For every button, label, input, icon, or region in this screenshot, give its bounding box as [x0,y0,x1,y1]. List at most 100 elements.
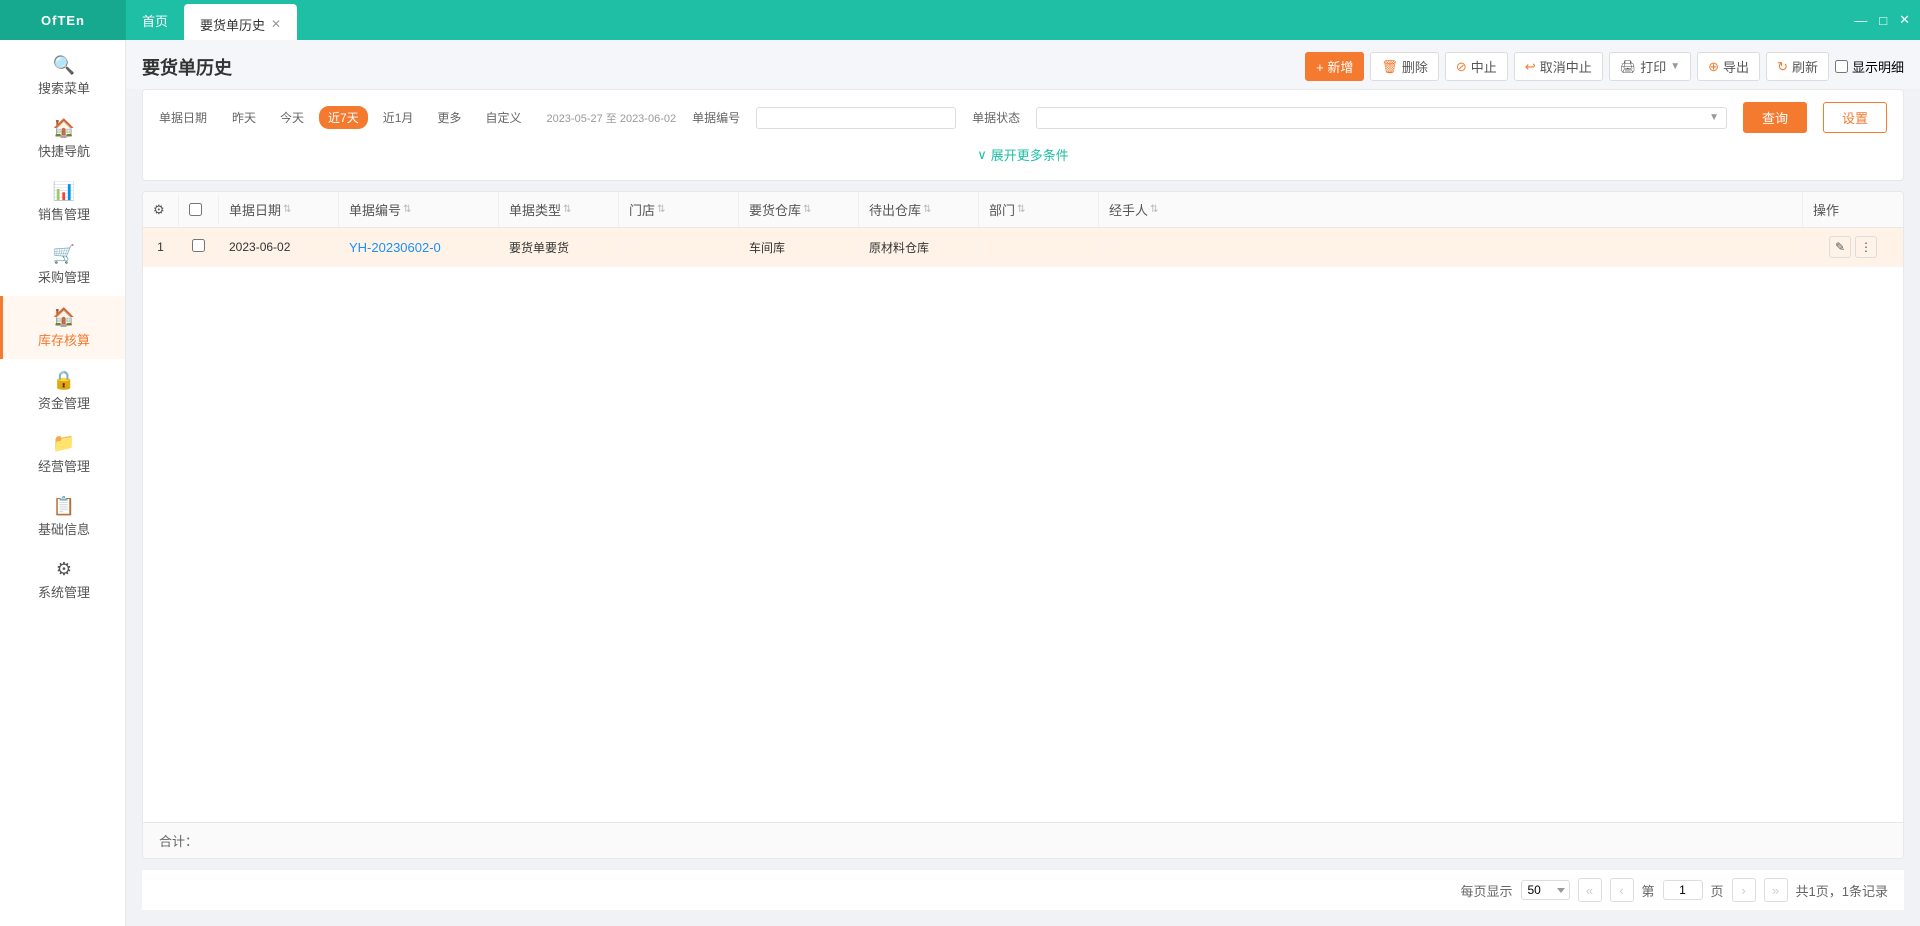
show-detail-checkbox[interactable] [1835,60,1848,73]
td-num-0[interactable]: YH-20230602-0 [339,232,499,263]
tab-close-icon[interactable]: ✕ [271,17,281,31]
tab-req-history[interactable]: 要货单历史 ✕ [184,4,297,44]
date-last1m[interactable]: 近1月 [374,106,423,129]
expand-filter-button[interactable]: ∨ 展开更多条件 [977,141,1069,168]
date-options: 昨天 今天 近7天 近1月 更多 自定义 [223,106,530,129]
toolbar: + 新增 🗑 删除 ⊘ 中止 ↩ 取消中止 🖨 [1305,52,1904,81]
sidebar-item-quicknav[interactable]: 🏠 快捷导航 [0,107,125,170]
status-label: 单据状态 [972,109,1020,126]
select-all-checkbox[interactable] [189,203,202,216]
export-button[interactable]: ⊕ 导出 [1697,52,1760,81]
sidebar-item-finance[interactable]: 🔒 资金管理 [0,359,125,422]
td-op-0: ✎ ⋮ [1803,228,1903,266]
td-reqwh-0: 车间库 [739,231,859,264]
delete-button[interactable]: 🗑 删除 [1370,52,1439,81]
td-check-0[interactable] [179,231,219,263]
date-more[interactable]: 更多 [428,106,470,129]
th-check[interactable] [179,195,219,224]
th-date[interactable]: 单据日期 ⇅ [219,192,339,227]
row-checkbox-0[interactable] [192,239,205,252]
td-shop-0 [619,239,739,255]
doc-num-input[interactable] [756,107,956,129]
pagination-bar: 每页显示 50 100 200 « ‹ 第 页 [142,869,1904,910]
settings-filter-button[interactable]: 设置 [1823,102,1887,133]
th-op: 操作 [1803,192,1903,227]
settings-icon: ⚙ [153,202,165,218]
stop-button[interactable]: ⊘ 中止 [1445,52,1508,81]
status-input[interactable] [1036,107,1727,129]
sort-type-icon: ⇅ [563,204,571,215]
new-button[interactable]: + 新增 [1305,52,1364,81]
sidebar-item-operations[interactable]: 📁 经营管理 [0,422,125,485]
table-empty-space [143,267,1903,822]
lock-icon: 🔒 [53,371,75,389]
sidebar-item-sales[interactable]: 📊 销售管理 [0,170,125,233]
td-settings-0: 1 [143,232,179,262]
search-icon: 🔍 [53,56,75,74]
th-dept[interactable]: 部门 ⇅ [979,192,1099,227]
page-number-input[interactable] [1663,880,1703,900]
sidebar-item-basic[interactable]: 📋 基础信息 [0,485,125,548]
data-table: ⚙ 单据日期 ⇅ 单据编号 ⇅ [142,191,1904,859]
page-suffix: 页 [1711,881,1724,900]
sort-num-icon: ⇅ [403,204,411,215]
td-handler-0 [1099,239,1803,255]
cancel-stop-button[interactable]: ↩ 取消中止 [1514,52,1603,81]
th-num[interactable]: 单据编号 ⇅ [339,192,499,227]
table-row[interactable]: 1 2023-06-02 YH-20230602-0 要货单要货 车间库 原材料… [143,228,1903,267]
sidebar-item-system[interactable]: ⚙ 系统管理 [0,548,125,611]
total-info: 共1页，1条记录 [1796,881,1888,900]
page-label: 第 [1642,881,1655,900]
maximize-icon[interactable]: □ [1879,13,1887,28]
inventory-icon: 🏠 [53,308,75,326]
td-date-0: 2023-06-02 [219,232,339,262]
app-logo: OfTEn [0,0,126,40]
per-page-select[interactable]: 50 100 200 [1521,880,1570,900]
date-last7[interactable]: 近7天 [319,106,368,129]
query-button[interactable]: 查询 [1743,102,1807,133]
sidebar-item-search[interactable]: 🔍 搜索菜单 [0,44,125,107]
sort-pendwh-icon: ⇅ [923,204,931,215]
prev-page-btn[interactable]: ‹ [1610,878,1634,902]
sort-dept-icon: ⇅ [1017,204,1025,215]
chart-icon: 📊 [53,182,75,200]
tab-home[interactable]: 首页 [126,0,184,40]
first-page-btn[interactable]: « [1578,878,1602,902]
folder-icon: 📁 [53,434,75,452]
print-button[interactable]: 🖨 打印 ▼ [1609,52,1691,81]
gear-icon: ⚙ [56,560,72,578]
sidebar-item-purchase[interactable]: 🛒 采购管理 [0,233,125,296]
refresh-button[interactable]: ↻ 刷新 [1766,52,1829,81]
minimize-icon[interactable]: — [1854,13,1867,28]
window-controls: — □ ✕ [1844,12,1920,28]
date-today[interactable]: 今天 [271,106,313,129]
date-filter-label: 单据日期 [159,109,207,126]
next-page-btn[interactable]: › [1732,878,1756,902]
th-shop[interactable]: 门店 ⇅ [619,192,739,227]
th-req-wh[interactable]: 要货仓库 ⇅ [739,192,859,227]
th-pend-wh[interactable]: 待出仓库 ⇅ [859,192,979,227]
date-range-display: 2023-05-27 至 2023-06-02 [546,110,676,126]
doc-num-link-0[interactable]: YH-20230602-0 [349,240,441,255]
date-custom[interactable]: 自定义 [476,106,530,129]
sidebar: 🔍 搜索菜单 🏠 快捷导航 📊 销售管理 🛒 采购管理 🏠 库存核算 🔒 [0,40,126,926]
list-icon: 📋 [53,497,75,515]
sidebar-item-inventory[interactable]: 🏠 库存核算 [0,296,125,359]
more-icon-0[interactable]: ⋮ [1855,236,1877,258]
td-pendwh-0: 原材料仓库 [859,231,979,264]
table-header: ⚙ 单据日期 ⇅ 单据编号 ⇅ [143,192,1903,228]
sort-date-icon: ⇅ [283,204,291,215]
th-settings[interactable]: ⚙ [143,194,179,226]
sort-reqwh-icon: ⇅ [803,204,811,215]
close-icon[interactable]: ✕ [1899,12,1910,28]
th-type[interactable]: 单据类型 ⇅ [499,192,619,227]
last-page-btn[interactable]: » [1764,878,1788,902]
chevron-down-icon: ∨ [977,147,987,163]
show-detail-check[interactable]: 显示明细 [1835,57,1904,76]
date-yesterday[interactable]: 昨天 [223,106,265,129]
th-handler[interactable]: 经手人 ⇅ [1099,192,1803,227]
edit-icon-0[interactable]: ✎ [1829,236,1851,258]
status-dropdown-icon: ▼ [1709,112,1719,123]
filter-panel: 单据日期 昨天 今天 近7天 近1月 更多 自定义 2023-05-27 至 2… [142,89,1904,181]
sort-handler-icon: ⇅ [1150,204,1158,215]
